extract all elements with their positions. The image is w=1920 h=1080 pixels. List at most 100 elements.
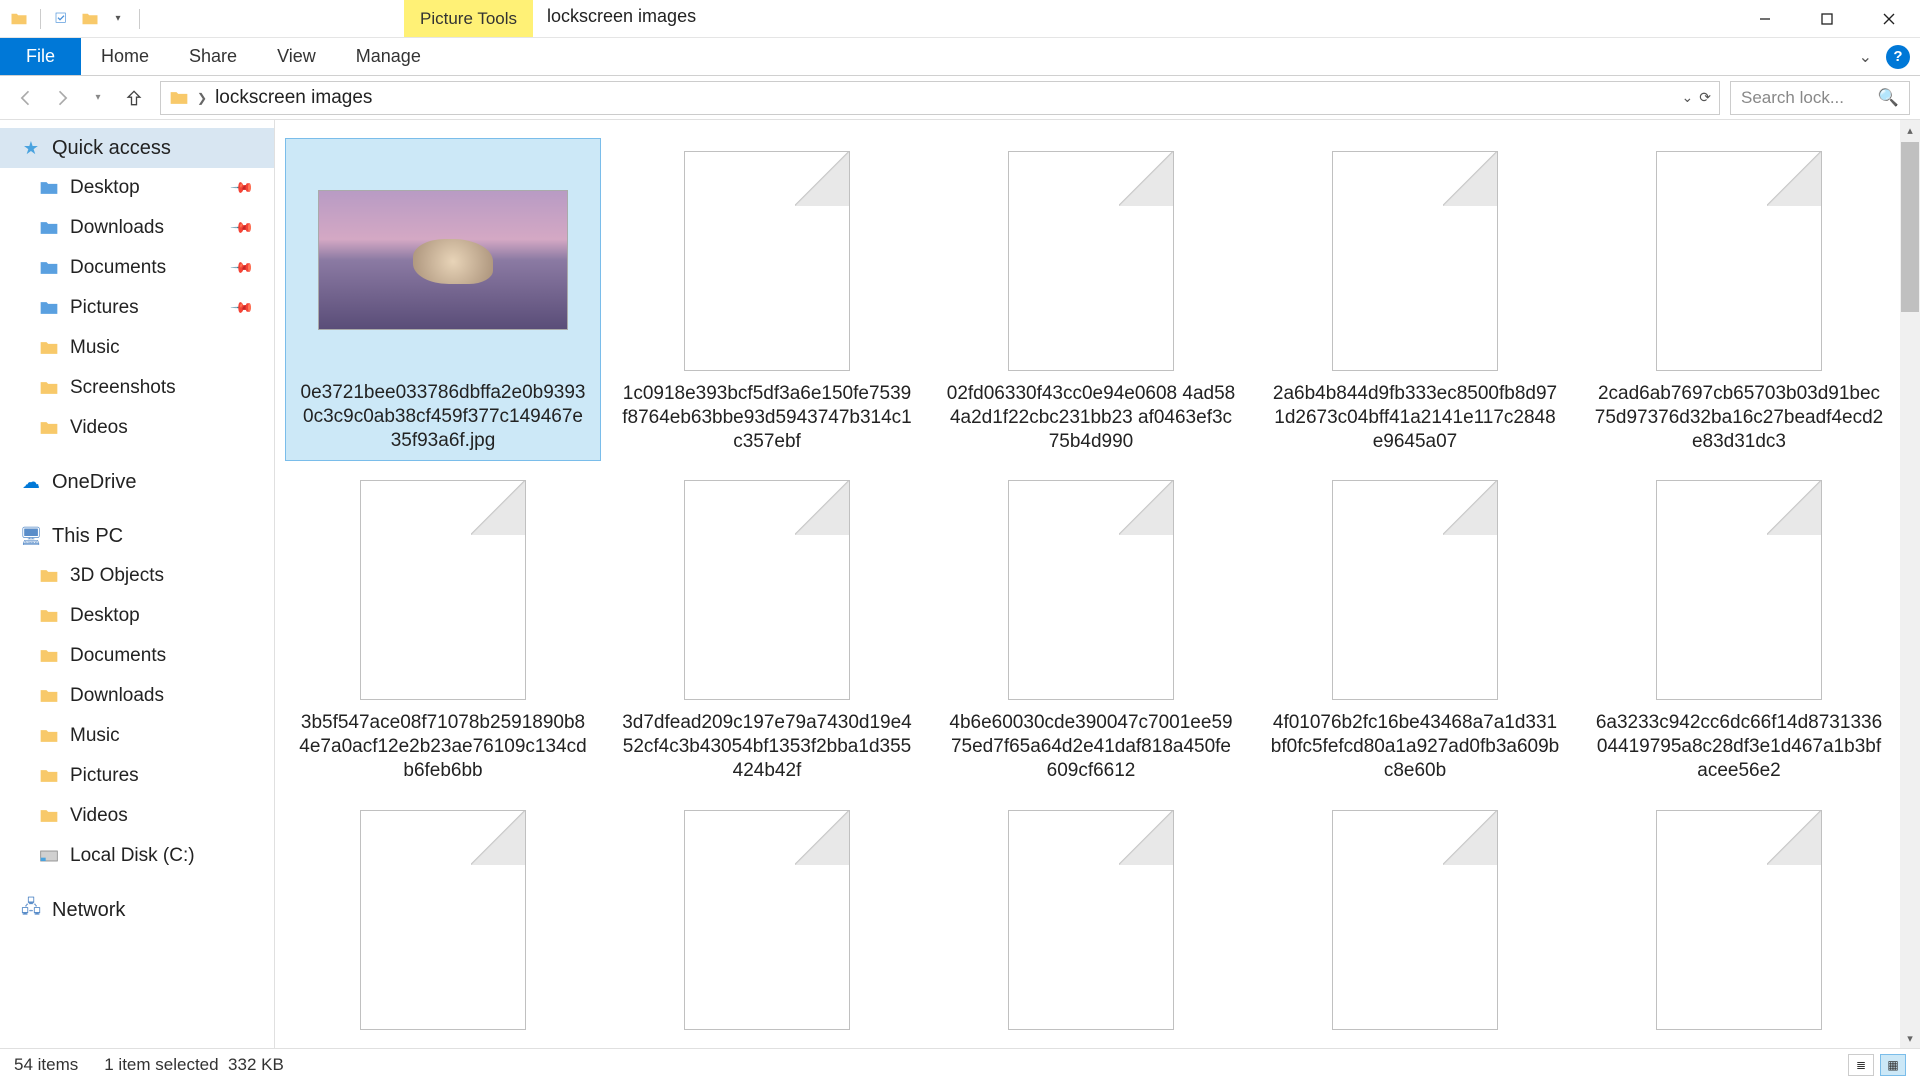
title-bar: ▾ Picture Tools lockscreen images: [0, 0, 1920, 38]
file-item[interactable]: 0e3721bee033786dbffa2e0b93930c3c9c0ab38c…: [285, 138, 601, 461]
file-item[interactable]: [933, 797, 1249, 1049]
tab-share[interactable]: Share: [169, 38, 257, 75]
vertical-scrollbar[interactable]: ▴ ▾: [1900, 120, 1920, 1048]
file-name-label: 3d7dfead209c197e79a7430d19e452cf4c3b4305…: [622, 711, 912, 782]
ribbon-collapse-icon[interactable]: ⌄: [1859, 47, 1872, 67]
window-title: lockscreen images: [533, 0, 710, 37]
sidebar-quick-access[interactable]: ★ Quick access: [0, 128, 274, 168]
folder-icon: [38, 417, 60, 439]
folder-icon: [38, 377, 60, 399]
tab-home[interactable]: Home: [81, 38, 169, 75]
file-name-label: 2cad6ab7697cb65703b03d91bec75d97376d32ba…: [1594, 382, 1884, 453]
file-thumbnail: [956, 146, 1226, 376]
close-button[interactable]: [1858, 0, 1920, 37]
file-thumbnail: [1280, 146, 1550, 376]
file-thumbnail: [956, 475, 1226, 705]
pc-icon: 🖥: [20, 525, 42, 547]
sidebar-item-desktop[interactable]: Desktop📌: [0, 168, 274, 208]
thumbnails-view-button[interactable]: ▦: [1880, 1054, 1906, 1076]
sidebar-item-pictures[interactable]: Pictures: [0, 756, 274, 796]
file-item[interactable]: [1581, 797, 1897, 1049]
scroll-down-icon[interactable]: ▾: [1900, 1028, 1920, 1048]
file-item[interactable]: 02fd06330f43cc0e94e0608 4ad584a2d1f22cbc…: [933, 138, 1249, 461]
folder-icon: [8, 8, 30, 30]
folder-icon: [169, 88, 189, 108]
sidebar-item-label: Local Disk (C:): [70, 845, 195, 867]
new-folder-icon[interactable]: [79, 8, 101, 30]
file-item[interactable]: [285, 797, 601, 1049]
sidebar-item-videos[interactable]: Videos: [0, 796, 274, 836]
sidebar-item-3d-objects[interactable]: 3D Objects: [0, 556, 274, 596]
file-item[interactable]: 2cad6ab7697cb65703b03d91bec75d97376d32ba…: [1581, 138, 1897, 461]
sidebar-item-videos[interactable]: Videos: [0, 408, 274, 448]
quick-access-toolbar: ▾: [0, 0, 144, 37]
file-name-label: 3b5f547ace08f71078b2591890b84e7a0acf12e2…: [298, 711, 588, 782]
file-item[interactable]: 3b5f547ace08f71078b2591890b84e7a0acf12e2…: [285, 467, 601, 790]
pin-icon: 📌: [230, 215, 256, 241]
star-icon: ★: [20, 137, 42, 159]
details-view-button[interactable]: ≣: [1848, 1054, 1874, 1076]
address-dropdown-icon[interactable]: ⌄: [1682, 89, 1694, 106]
file-thumbnail: [308, 805, 578, 1035]
sidebar-item-label: Desktop: [70, 605, 140, 627]
tab-manage[interactable]: Manage: [336, 38, 441, 75]
sidebar-item-pictures[interactable]: Pictures📌: [0, 288, 274, 328]
sidebar-item-label: Music: [70, 725, 120, 747]
file-item[interactable]: [1257, 797, 1573, 1049]
file-name-label: 02fd06330f43cc0e94e0608 4ad584a2d1f22cbc…: [946, 382, 1236, 453]
sidebar-item-label: Videos: [70, 417, 128, 439]
recent-dropdown-icon[interactable]: ▾: [82, 82, 114, 114]
refresh-icon[interactable]: ⟳: [1699, 89, 1711, 106]
sidebar-item-music[interactable]: Music: [0, 328, 274, 368]
chevron-right-icon[interactable]: ❯: [197, 91, 207, 105]
properties-icon[interactable]: [51, 8, 73, 30]
separator: [139, 9, 140, 29]
file-item[interactable]: 4b6e60030cde390047c7001ee5975ed7f65a64d2…: [933, 467, 1249, 790]
file-item[interactable]: 1c0918e393bcf5df3a6e150fe7539f8764eb63bb…: [609, 138, 925, 461]
file-item[interactable]: 2a6b4b844d9fb333ec8500fb8d971d2673c04bff…: [1257, 138, 1573, 461]
scroll-up-icon[interactable]: ▴: [1900, 120, 1920, 140]
minimize-button[interactable]: [1734, 0, 1796, 37]
sidebar-onedrive[interactable]: ☁ OneDrive: [0, 462, 274, 502]
pin-icon: 📌: [230, 295, 256, 321]
sidebar-network[interactable]: 🖧 Network: [0, 890, 274, 930]
tab-view[interactable]: View: [257, 38, 336, 75]
sidebar-item-documents[interactable]: Documents📌: [0, 248, 274, 288]
file-item[interactable]: 4f01076b2fc16be43468a7a1d331bf0fc5fefcd8…: [1257, 467, 1573, 790]
search-input[interactable]: Search lock... 🔍: [1730, 81, 1910, 115]
folder-icon: [38, 725, 60, 747]
content-wrap: 0e3721bee033786dbffa2e0b93930c3c9c0ab38c…: [275, 120, 1920, 1048]
sidebar-item-screenshots[interactable]: Screenshots: [0, 368, 274, 408]
qat-dropdown-icon[interactable]: ▾: [107, 8, 129, 30]
sidebar-item-local-disk-c-[interactable]: Local Disk (C:): [0, 836, 274, 876]
sidebar-this-pc[interactable]: 🖥 This PC: [0, 516, 274, 556]
sidebar-item-documents[interactable]: Documents: [0, 636, 274, 676]
sidebar-item-downloads[interactable]: Downloads: [0, 676, 274, 716]
help-button[interactable]: ?: [1886, 45, 1910, 69]
file-item[interactable]: 6a3233c942cc6dc66f14d873133604419795a8c2…: [1581, 467, 1897, 790]
sidebar-item-downloads[interactable]: Downloads📌: [0, 208, 274, 248]
file-name-label: 0e3721bee033786dbffa2e0b93930c3c9c0ab38c…: [298, 381, 588, 452]
file-thumbnail: [632, 475, 902, 705]
sidebar-item-label: Videos: [70, 805, 128, 827]
file-item[interactable]: [609, 797, 925, 1049]
breadcrumb-segment[interactable]: lockscreen images: [215, 87, 372, 109]
forward-button[interactable]: [46, 82, 78, 114]
scrollbar-thumb[interactable]: [1901, 142, 1919, 312]
file-item[interactable]: 3d7dfead209c197e79a7430d19e452cf4c3b4305…: [609, 467, 925, 790]
navigation-pane[interactable]: ★ Quick access Desktop📌Downloads📌Documen…: [0, 120, 275, 1048]
tab-file[interactable]: File: [0, 38, 81, 75]
sidebar-item-desktop[interactable]: Desktop: [0, 596, 274, 636]
up-button[interactable]: [118, 82, 150, 114]
file-thumbnail: [632, 146, 902, 376]
file-grid[interactable]: 0e3721bee033786dbffa2e0b93930c3c9c0ab38c…: [275, 120, 1900, 1048]
cloud-icon: ☁: [20, 471, 42, 493]
folder-icon: [38, 337, 60, 359]
address-bar[interactable]: ❯ lockscreen images ⌄ ⟳: [160, 81, 1720, 115]
maximize-button[interactable]: [1796, 0, 1858, 37]
folder-icon: [38, 297, 60, 319]
back-button[interactable]: [10, 82, 42, 114]
file-thumbnail: [1604, 475, 1874, 705]
file-name-label: 4f01076b2fc16be43468a7a1d331bf0fc5fefcd8…: [1270, 711, 1560, 782]
sidebar-item-music[interactable]: Music: [0, 716, 274, 756]
